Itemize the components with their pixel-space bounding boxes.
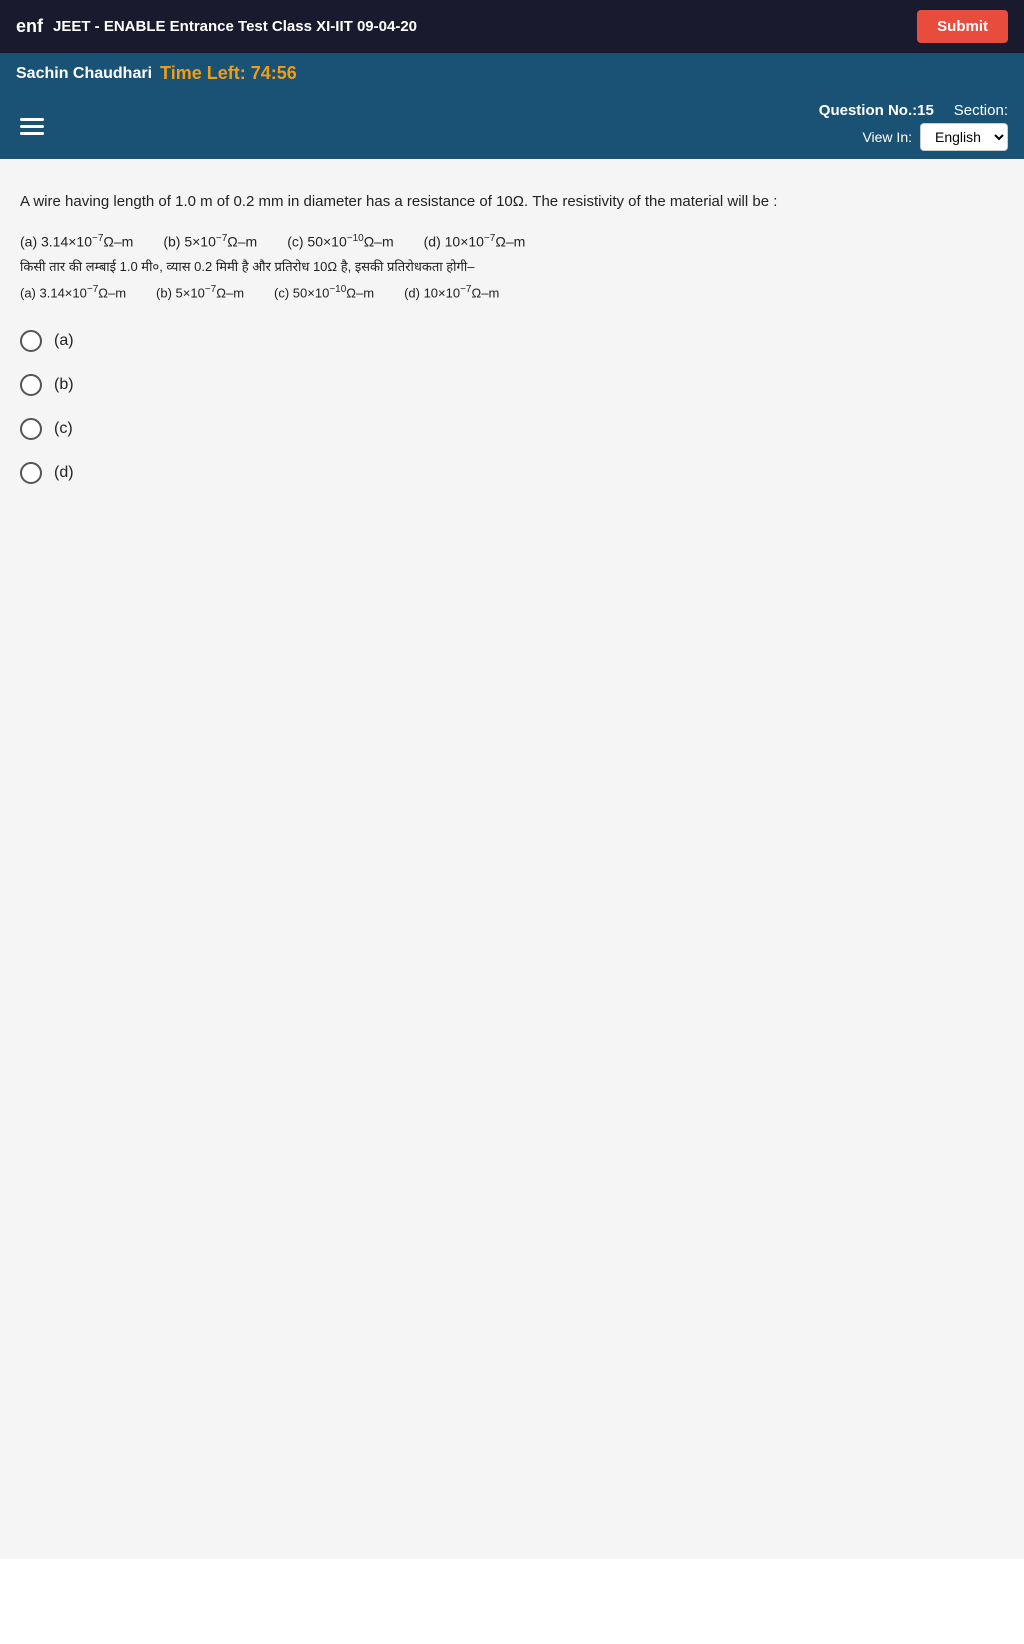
answer-option-a[interactable]: (a) xyxy=(20,330,1004,352)
option-hindi-a: (a) 3.14×10−7Ω–m xyxy=(20,284,126,300)
answer-option-c[interactable]: (c) xyxy=(20,418,1004,440)
header-top-bar: enf JEET - ENABLE Entrance Test Class XI… xyxy=(0,0,1024,53)
options-english-row: (a) 3.14×10−7Ω–m (b) 5×10−7Ω–m (c) 50×10… xyxy=(20,233,1004,250)
question-english-text: A wire having length of 1.0 m of 0.2 mm … xyxy=(20,189,1004,215)
answer-label-b: (b) xyxy=(54,376,74,394)
answer-option-b[interactable]: (b) xyxy=(20,374,1004,396)
option-hindi-b: (b) 5×10−7Ω–m xyxy=(156,284,244,300)
radio-c[interactable] xyxy=(20,418,42,440)
answer-options-group: (a) (b) (c) (d) xyxy=(20,330,1004,484)
view-in-row: View In: English Hindi xyxy=(862,123,1008,151)
header-left: enf JEET - ENABLE Entrance Test Class XI… xyxy=(16,16,417,37)
option-hindi-d: (d) 10×10−7Ω–m xyxy=(404,284,499,300)
option-english-d: (d) 10×10−7Ω–m xyxy=(424,233,526,250)
option-english-a: (a) 3.14×10−7Ω–m xyxy=(20,233,133,250)
question-number: Question No.:15 xyxy=(819,102,934,119)
answer-label-d: (d) xyxy=(54,464,74,482)
content-area: A wire having length of 1.0 m of 0.2 mm … xyxy=(0,159,1024,1559)
user-name: Sachin Chaudhari xyxy=(16,65,152,83)
submit-button[interactable]: Submit xyxy=(917,10,1008,43)
hamburger-menu-button[interactable] xyxy=(16,114,48,139)
question-hindi-text: किसी तार की लम्बाई 1.0 मी०, व्यास 0.2 मि… xyxy=(20,257,1004,278)
hamburger-line-3 xyxy=(20,132,44,135)
answer-option-d[interactable]: (d) xyxy=(20,462,1004,484)
exam-title: JEET - ENABLE Entrance Test Class XI-IIT… xyxy=(53,18,417,35)
hamburger-line-1 xyxy=(20,118,44,121)
section-label: Section: xyxy=(954,102,1008,119)
option-english-b: (b) 5×10−7Ω–m xyxy=(163,233,257,250)
question-bar-right: Question No.:15 Section: View In: Englis… xyxy=(819,102,1008,151)
time-left-label: Time Left: xyxy=(160,63,246,83)
view-in-label: View In: xyxy=(862,129,912,145)
options-hindi-row: (a) 3.14×10−7Ω–m (b) 5×10−7Ω–m (c) 50×10… xyxy=(20,284,1004,300)
option-hindi-c: (c) 50×10−10Ω–m xyxy=(274,284,374,300)
time-left: Time Left: 74:56 xyxy=(160,63,297,84)
radio-a[interactable] xyxy=(20,330,42,352)
time-left-value: 74:56 xyxy=(251,63,297,83)
answer-label-c: (c) xyxy=(54,420,73,438)
radio-d[interactable] xyxy=(20,462,42,484)
language-select[interactable]: English Hindi xyxy=(920,123,1008,151)
radio-b[interactable] xyxy=(20,374,42,396)
question-bar: Question No.:15 Section: View In: Englis… xyxy=(0,94,1024,159)
user-bar: Sachin Chaudhari Time Left: 74:56 xyxy=(0,53,1024,94)
option-english-c: (c) 50×10−10Ω–m xyxy=(287,233,393,250)
hamburger-line-2 xyxy=(20,125,44,128)
question-info: Question No.:15 Section: xyxy=(819,102,1008,119)
answer-label-a: (a) xyxy=(54,332,74,350)
logo-text: enf xyxy=(16,16,43,37)
